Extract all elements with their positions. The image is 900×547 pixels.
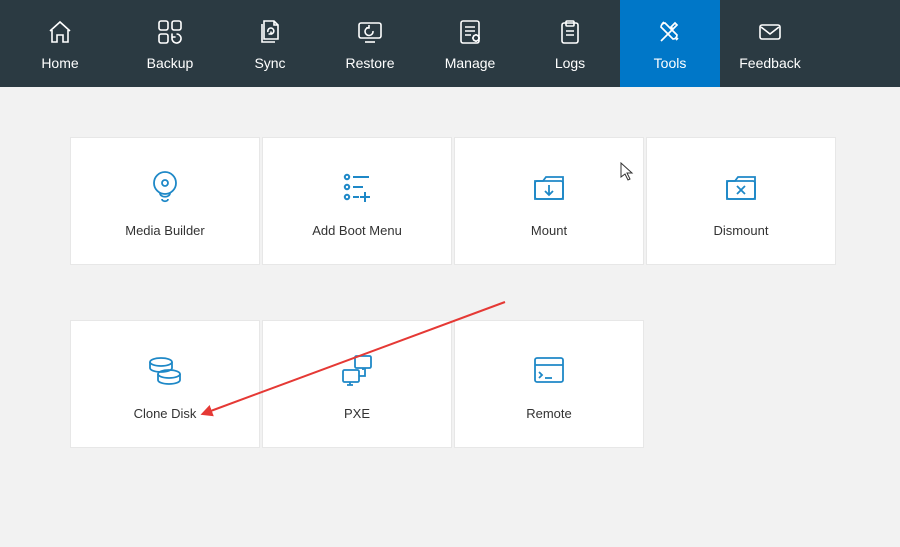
feedback-icon	[755, 17, 785, 47]
nav-label: Sync	[254, 55, 285, 71]
remote-icon	[527, 348, 571, 392]
tools-icon	[655, 17, 685, 47]
tile-remote[interactable]: Remote	[454, 320, 644, 448]
nav-label: Backup	[147, 55, 194, 71]
top-navbar: Home Backup Sync	[0, 0, 900, 87]
manage-icon	[455, 17, 485, 47]
tile-label: Clone Disk	[134, 406, 197, 421]
tile-label: PXE	[344, 406, 370, 421]
tools-panel: Media Builder Add Boot Menu	[0, 87, 900, 448]
backup-icon	[155, 17, 185, 47]
media-builder-icon	[143, 165, 187, 209]
nav-feedback[interactable]: Feedback	[720, 0, 820, 87]
logs-icon	[555, 17, 585, 47]
nav-label: Manage	[445, 55, 496, 71]
nav-label: Restore	[345, 55, 394, 71]
tile-pxe[interactable]: PXE	[262, 320, 452, 448]
nav-home[interactable]: Home	[0, 0, 120, 87]
pxe-icon	[335, 348, 379, 392]
tile-label: Add Boot Menu	[312, 223, 402, 238]
add-boot-menu-icon	[335, 165, 379, 209]
nav-sync[interactable]: Sync	[220, 0, 320, 87]
tools-row-2: Clone Disk PXE	[70, 320, 830, 448]
tile-media-builder[interactable]: Media Builder	[70, 137, 260, 265]
home-icon	[45, 17, 75, 47]
nav-label: Tools	[654, 55, 687, 71]
tile-label: Remote	[526, 406, 572, 421]
tile-label: Media Builder	[125, 223, 205, 238]
tools-row-1: Media Builder Add Boot Menu	[70, 137, 830, 265]
dismount-icon	[719, 165, 763, 209]
nav-backup[interactable]: Backup	[120, 0, 220, 87]
tile-add-boot-menu[interactable]: Add Boot Menu	[262, 137, 452, 265]
tile-clone-disk[interactable]: Clone Disk	[70, 320, 260, 448]
nav-label: Home	[41, 55, 78, 71]
tile-mount[interactable]: Mount	[454, 137, 644, 265]
tile-dismount[interactable]: Dismount	[646, 137, 836, 265]
clone-disk-icon	[143, 348, 187, 392]
nav-label: Feedback	[739, 55, 800, 71]
mount-icon	[527, 165, 571, 209]
tile-label: Mount	[531, 223, 567, 238]
nav-tools[interactable]: Tools	[620, 0, 720, 87]
tile-label: Dismount	[714, 223, 769, 238]
nav-logs[interactable]: Logs	[520, 0, 620, 87]
nav-restore[interactable]: Restore	[320, 0, 420, 87]
restore-icon	[355, 17, 385, 47]
nav-label: Logs	[555, 55, 585, 71]
sync-icon	[255, 17, 285, 47]
nav-manage[interactable]: Manage	[420, 0, 520, 87]
